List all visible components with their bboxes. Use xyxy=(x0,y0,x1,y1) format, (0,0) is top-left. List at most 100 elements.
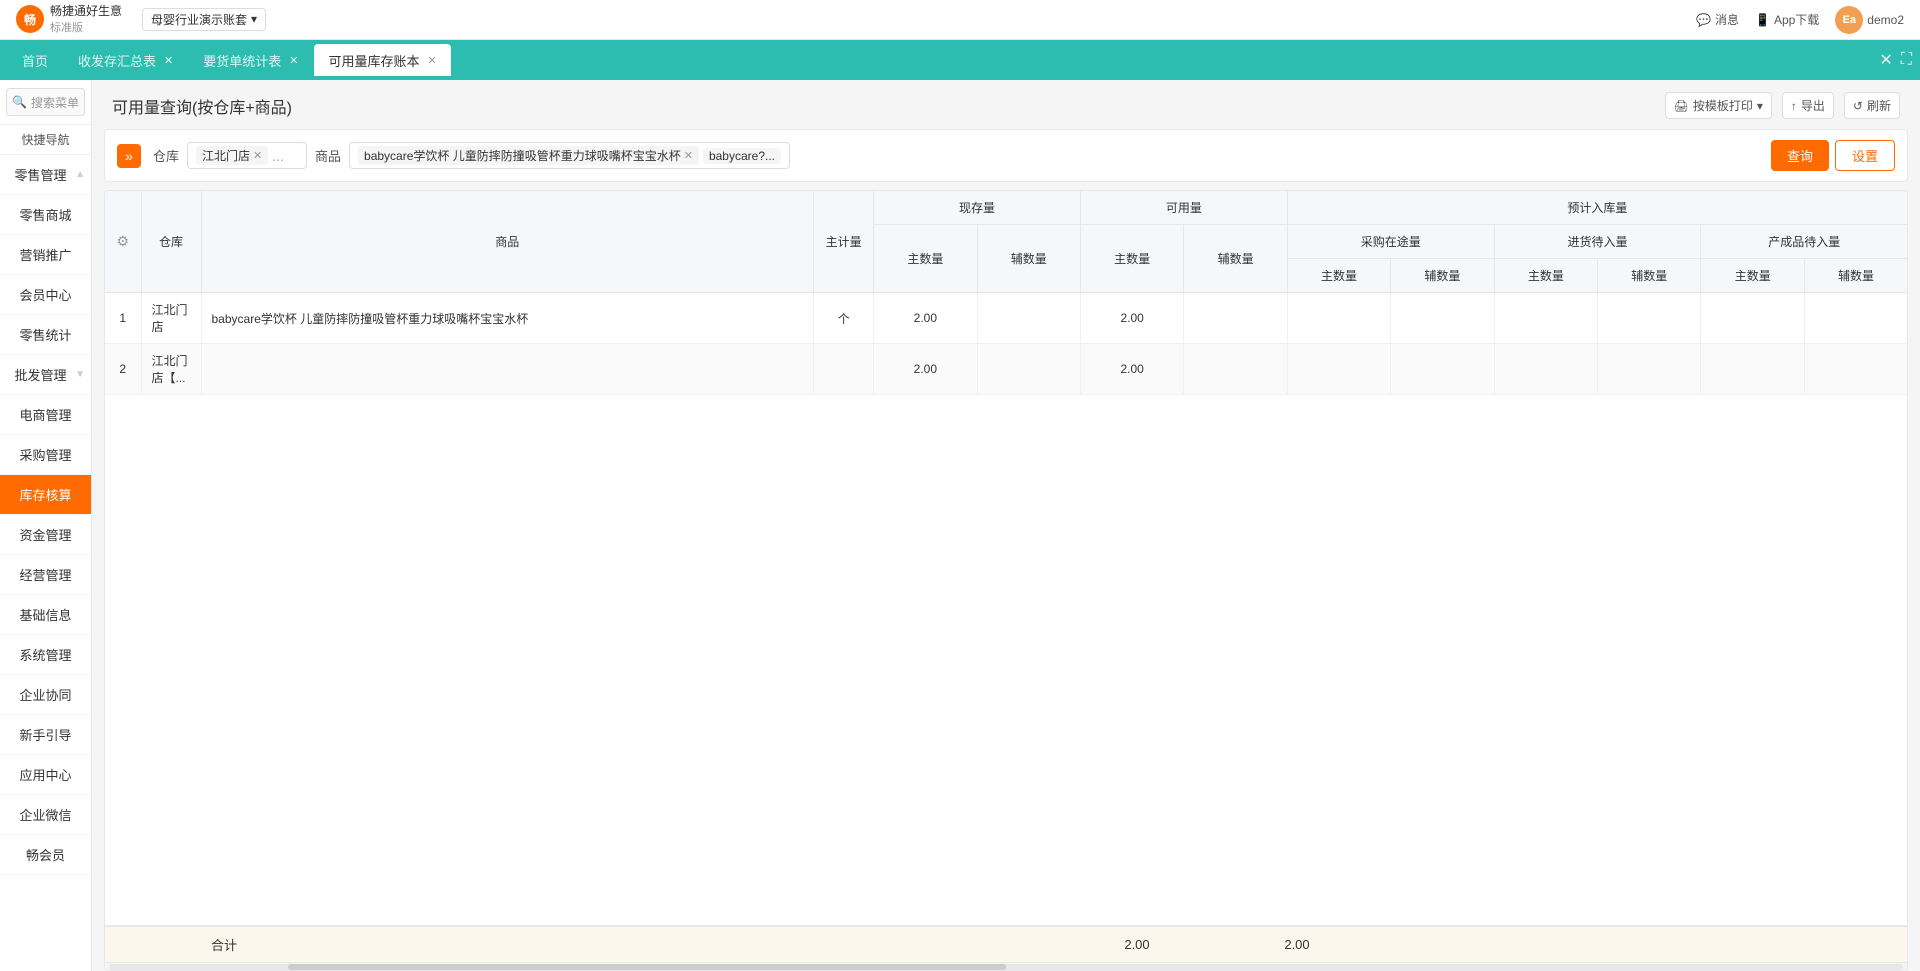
th-unit: 主计量 xyxy=(814,191,874,293)
message-icon: 💬 xyxy=(1696,13,1711,27)
top-bar-left: 畅 畅捷通好生意 标准版 母婴行业演示账套 ▾ xyxy=(16,4,266,34)
row2-incoming-main xyxy=(1494,344,1597,395)
sidebar-item-system[interactable]: 系统管理 xyxy=(0,635,91,675)
app-icon: 📱 xyxy=(1755,13,1770,27)
tab-home[interactable]: 首页 xyxy=(8,44,62,76)
sidebar-item-newbie-label: 新手引导 xyxy=(6,725,85,744)
tab-order-stats[interactable]: 要货单统计表 ✕ xyxy=(189,44,312,76)
row1-purchase-main xyxy=(1287,293,1390,344)
tab-home-label: 首页 xyxy=(22,51,48,70)
sidebar-item-retail-mall[interactable]: 零售商城 xyxy=(0,195,91,235)
row1-warehouse: 江北门店 xyxy=(141,293,201,344)
sidebar-item-inventory-label: 库存核算 xyxy=(6,485,85,504)
sidebar-item-finance[interactable]: 资金管理 xyxy=(0,515,91,555)
top-bar-right: 💬 消息 📱 App下载 Ea demo2 xyxy=(1696,6,1904,34)
row2-product xyxy=(201,344,814,395)
sidebar-item-member2[interactable]: 畅会员 xyxy=(0,835,91,875)
sidebar-item-enterprise-label: 企业协同 xyxy=(6,685,85,704)
horizontal-scrollbar[interactable] xyxy=(109,964,1903,970)
th-forecast-group: 预计入库量 xyxy=(1287,191,1907,225)
tab-order-stats-close[interactable]: ✕ xyxy=(289,54,298,67)
sidebar-search-button[interactable]: 🔍 搜索菜单 xyxy=(6,88,85,116)
product-filter-input[interactable]: babycare学饮杯 儿童防摔防撞吸管杯重力球吸嘴杯宝宝水杯 ✕ babyca… xyxy=(349,142,790,169)
sidebar: 🔍 搜索菜单 快捷导航 零售管理 ▲ 零售商城 营销推广 会员中心 零售统计 批… xyxy=(0,80,92,971)
row2-purchase-main xyxy=(1287,344,1390,395)
sidebar-item-app-center[interactable]: 应用中心 xyxy=(0,755,91,795)
logo-text: 畅捷通好生意 xyxy=(50,4,122,18)
sidebar-item-finance-label: 资金管理 xyxy=(6,525,85,544)
row1-avail-main: 2.00 xyxy=(1080,293,1183,344)
main-layout: 🔍 搜索菜单 快捷导航 零售管理 ▲ 零售商城 营销推广 会员中心 零售统计 批… xyxy=(0,80,1920,971)
sidebar-item-ecommerce[interactable]: 电商管理 xyxy=(0,395,91,435)
sidebar-item-wechat[interactable]: 企业微信 xyxy=(0,795,91,835)
column-settings-icon[interactable]: ⚙ xyxy=(116,233,129,249)
tab-receipt-summary[interactable]: 收发存汇总表 ✕ xyxy=(64,44,187,76)
page-actions: 🖨 按模板打印 ▾ ↑ 导出 ↺ 刷新 xyxy=(1665,92,1900,119)
sidebar-item-member2-label: 畅会员 xyxy=(6,845,85,864)
sidebar-item-member-label: 会员中心 xyxy=(6,285,85,304)
warehouse-tag-close[interactable]: ✕ xyxy=(253,149,262,162)
industry-selector[interactable]: 母婴行业演示账套 ▾ xyxy=(142,8,266,31)
sidebar-item-operations[interactable]: 经营管理 xyxy=(0,555,91,595)
refresh-button[interactable]: ↺ 刷新 xyxy=(1844,92,1900,119)
tab-expand-button[interactable]: ⛶ xyxy=(1901,51,1912,69)
filter-more-icon[interactable]: ... xyxy=(272,148,284,164)
row2-avail-aux xyxy=(1184,344,1287,395)
th-settings: ⚙ xyxy=(105,191,141,293)
sidebar-item-newbie[interactable]: 新手引导 xyxy=(0,715,91,755)
expand-icon: » xyxy=(125,148,133,164)
settings-button[interactable]: 设置 xyxy=(1835,140,1895,171)
query-button[interactable]: 查询 xyxy=(1771,140,1829,171)
product-tag1-close[interactable]: ✕ xyxy=(684,149,693,162)
th-product: 商品 xyxy=(201,191,814,293)
sidebar-nav-button[interactable]: 快捷导航 xyxy=(0,125,91,155)
th-avail-main: 主数量 xyxy=(1080,225,1183,293)
sidebar-item-inventory[interactable]: 库存核算 xyxy=(0,475,91,515)
tab-available-inventory[interactable]: 可用量库存账本 ✕ xyxy=(314,44,450,76)
sidebar-item-wechat-label: 企业微信 xyxy=(6,805,85,824)
chevron-icon: ▲ xyxy=(75,169,85,180)
row2-warehouse: 江北门店【... xyxy=(141,344,201,395)
th-incoming-main: 主数量 xyxy=(1494,259,1597,293)
sidebar-item-retail-mgmt-label: 零售管理 xyxy=(6,165,75,184)
sidebar-item-basic-info[interactable]: 基础信息 xyxy=(0,595,91,635)
print-button[interactable]: 🖨 按模板打印 ▾ xyxy=(1665,92,1772,119)
th-stock-aux: 辅数量 xyxy=(977,225,1080,293)
warehouse-tag-text: 江北门店 xyxy=(202,147,250,164)
tab-receipt-summary-close[interactable]: ✕ xyxy=(164,54,173,67)
scrollbar-thumb[interactable] xyxy=(288,964,1006,970)
th-purchase-sub: 采购在途量 xyxy=(1287,225,1494,259)
warehouse-tag: 江北门店 ✕ xyxy=(196,146,268,165)
sidebar-item-member[interactable]: 会员中心 xyxy=(0,275,91,315)
sidebar-item-marketing[interactable]: 营销推广 xyxy=(0,235,91,275)
print-label: 按模板打印 xyxy=(1693,97,1753,114)
sidebar-item-purchase[interactable]: 采购管理 xyxy=(0,435,91,475)
filter-area: » 仓库 江北门店 ✕ ... 商品 babycare学饮杯 儿童防摔防撞吸管杯… xyxy=(104,129,1908,182)
logo-icon: 畅 xyxy=(16,5,44,33)
product-filter-label: 商品 xyxy=(315,146,341,165)
sidebar-item-wholesale[interactable]: 批发管理 ▼ xyxy=(0,355,91,395)
sidebar-item-system-label: 系统管理 xyxy=(6,645,85,664)
refresh-label: 刷新 xyxy=(1867,97,1891,114)
tab-receipt-summary-label: 收发存汇总表 xyxy=(78,51,156,70)
user-area[interactable]: Ea demo2 xyxy=(1835,6,1904,34)
message-button[interactable]: 💬 消息 xyxy=(1696,11,1739,28)
sidebar-item-retail-stats[interactable]: 零售统计 xyxy=(0,315,91,355)
export-button[interactable]: ↑ 导出 xyxy=(1782,92,1834,119)
row1-unit: 个 xyxy=(814,293,874,344)
chevron-icon: ▼ xyxy=(75,369,85,380)
sidebar-item-retail-mgmt[interactable]: 零售管理 ▲ xyxy=(0,155,91,195)
warehouse-filter-input[interactable]: 江北门店 ✕ ... xyxy=(187,142,307,169)
row1-produced-aux xyxy=(1804,293,1907,344)
filter-expand-button[interactable]: » xyxy=(117,144,141,168)
tab-available-inventory-close[interactable]: ✕ xyxy=(428,54,437,67)
row1-incoming-aux xyxy=(1598,293,1701,344)
th-available-group: 可用量 xyxy=(1080,191,1287,225)
product-tag2: babycare?... xyxy=(703,148,781,164)
tab-bar: 首页 收发存汇总表 ✕ 要货单统计表 ✕ 可用量库存账本 ✕ ✕ ⛶ xyxy=(0,40,1920,80)
tab-close-all-button[interactable]: ✕ xyxy=(1879,50,1892,70)
app-download-button[interactable]: 📱 App下载 xyxy=(1755,11,1819,28)
message-label: 消息 xyxy=(1715,11,1739,28)
logo-text-area: 畅捷通好生意 标准版 xyxy=(50,4,122,34)
sidebar-item-enterprise[interactable]: 企业协同 xyxy=(0,675,91,715)
